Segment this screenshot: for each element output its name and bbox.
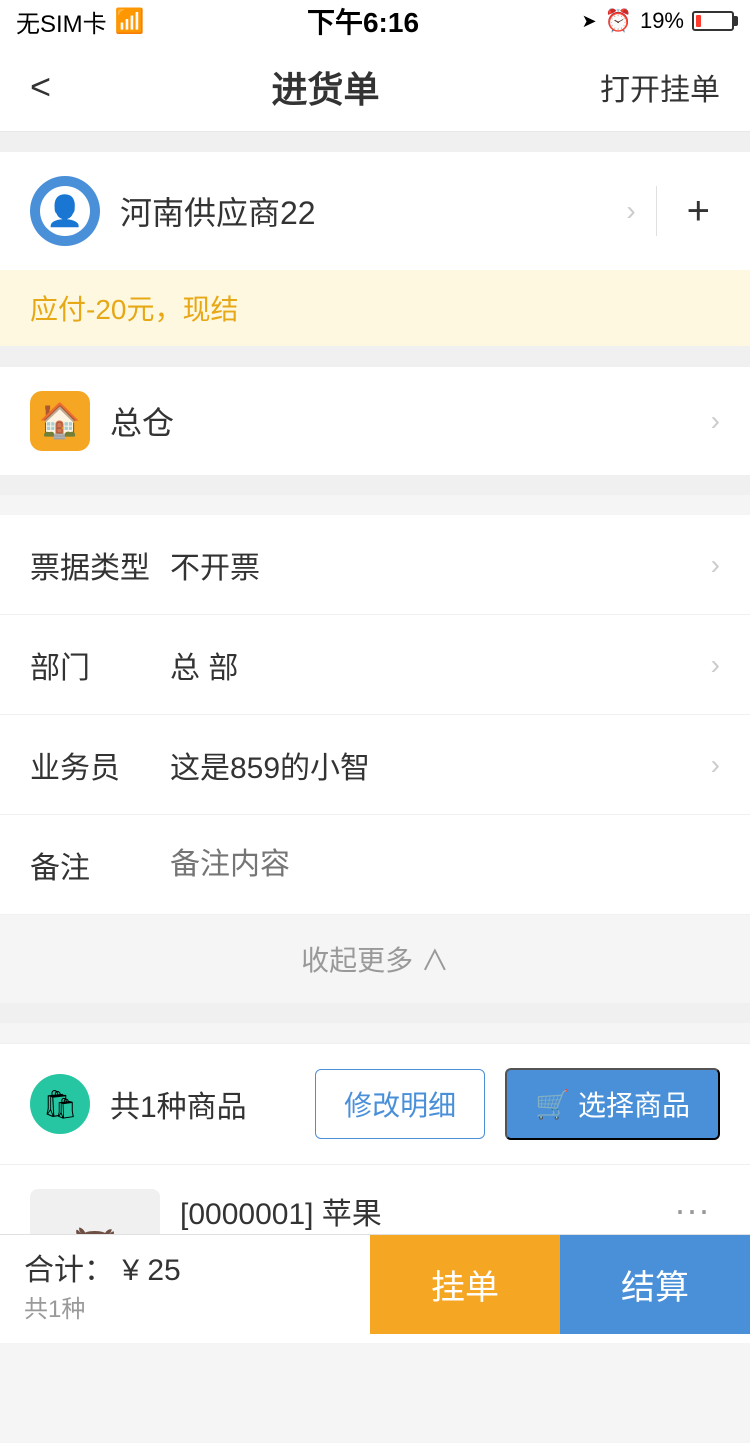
select-product-label: 选择商品 bbox=[578, 1084, 690, 1124]
warehouse-section: 🏠 总仓 › bbox=[0, 366, 750, 475]
warehouse-icon: 🏠 bbox=[30, 391, 90, 451]
product-count: 共1种商品 bbox=[110, 1082, 295, 1126]
battery-fill bbox=[696, 15, 701, 27]
collapse-text: 收起更多 ∧ bbox=[301, 939, 449, 979]
remark-input[interactable] bbox=[170, 848, 720, 882]
warehouse-name: 总仓 bbox=[110, 398, 701, 444]
footer: 合计： ¥ 25 共1种 挂单 结算 bbox=[0, 1234, 750, 1334]
product-icon: 🛍 bbox=[30, 1074, 90, 1134]
invoice-type-label: 票据类型 bbox=[30, 543, 170, 587]
supplier-name: 河南供应商22 bbox=[120, 188, 616, 234]
remark-label: 备注 bbox=[30, 843, 170, 887]
product-header: 🛍 共1种商品 修改明细 🛒 选择商品 bbox=[0, 1043, 750, 1164]
nav-bar: < 进货单 打开挂单 bbox=[0, 42, 750, 132]
status-bar: 无SIM卡 📶 下午6:16 ➤ ⏰ 19% bbox=[0, 0, 750, 42]
salesperson-label: 业务员 bbox=[30, 743, 170, 787]
product-code: [0000001] bbox=[180, 1198, 322, 1231]
supplier-divider bbox=[656, 186, 657, 236]
total-amount: ¥ 25 bbox=[122, 1254, 180, 1287]
invoice-type-value: 不开票 bbox=[170, 543, 701, 587]
salesperson-row[interactable]: 业务员 这是859的小智 › bbox=[0, 715, 750, 815]
add-supplier-button[interactable]: + bbox=[677, 189, 720, 234]
location-icon: ➤ bbox=[581, 11, 596, 32]
chevron-right-warehouse-icon: › bbox=[711, 405, 720, 437]
product-name: [0000001] 苹果 bbox=[180, 1189, 644, 1233]
chevron-right-sales-icon: › bbox=[711, 749, 720, 781]
separator-2 bbox=[0, 346, 750, 366]
battery-icon bbox=[692, 11, 734, 31]
chevron-right-icon: › bbox=[626, 195, 635, 227]
collapse-row[interactable]: 收起更多 ∧ bbox=[0, 915, 750, 1003]
status-right: ➤ ⏰ 19% bbox=[581, 8, 734, 34]
chevron-right-dept-icon: › bbox=[711, 649, 720, 681]
back-button[interactable]: < bbox=[30, 66, 51, 108]
total-label: 合计： bbox=[24, 1254, 114, 1287]
wifi-icon: 📶 bbox=[115, 7, 145, 36]
cart-icon: 🛒 bbox=[535, 1088, 570, 1121]
department-value: 总 部 bbox=[170, 643, 701, 687]
hang-order-button[interactable]: 挂单 bbox=[370, 1235, 560, 1334]
invoice-type-row[interactable]: 票据类型 不开票 › bbox=[0, 515, 750, 615]
battery-percent: 19% bbox=[640, 8, 684, 34]
supplier-row[interactable]: 👤 河南供应商22 › + bbox=[0, 152, 750, 270]
footer-total: 合计： ¥ 25 共1种 bbox=[0, 1235, 370, 1334]
carrier-text: 无SIM卡 bbox=[16, 4, 107, 39]
form-section: 票据类型 不开票 › 部门 总 部 › 业务员 这是859的小智 › 备注 bbox=[0, 515, 750, 915]
remark-row[interactable]: 备注 bbox=[0, 815, 750, 915]
department-label: 部门 bbox=[30, 643, 170, 687]
chevron-right-invoice-icon: › bbox=[711, 549, 720, 581]
status-left: 无SIM卡 📶 bbox=[16, 4, 145, 39]
page-title: 进货单 bbox=[272, 61, 380, 113]
footer-total-sub: 共1种 bbox=[24, 1289, 346, 1324]
separator-4 bbox=[0, 1003, 750, 1023]
separator-3 bbox=[0, 475, 750, 495]
more-options-button[interactable]: ··· bbox=[664, 1189, 720, 1231]
open-pending-button[interactable]: 打开挂单 bbox=[600, 65, 720, 109]
separator-1 bbox=[0, 132, 750, 152]
warning-banner: 应付-20元，现结 bbox=[0, 270, 750, 346]
supplier-section: 👤 河南供应商22 › + 应付-20元，现结 bbox=[0, 152, 750, 346]
select-product-button[interactable]: 🛒 选择商品 bbox=[505, 1068, 720, 1140]
shopping-icon: 🛍 bbox=[42, 1088, 78, 1121]
supplier-avatar: 👤 bbox=[30, 176, 100, 246]
footer-total-main: 合计： ¥ 25 bbox=[24, 1245, 346, 1289]
alarm-icon: ⏰ bbox=[605, 8, 632, 34]
checkout-button[interactable]: 结算 bbox=[560, 1235, 750, 1334]
product-name-text: 苹果 bbox=[322, 1198, 382, 1231]
department-row[interactable]: 部门 总 部 › bbox=[0, 615, 750, 715]
warehouse-row[interactable]: 🏠 总仓 › bbox=[0, 366, 750, 475]
status-time: 下午6:16 bbox=[307, 1, 419, 41]
person-icon: 👤 bbox=[46, 194, 83, 229]
footer-spacer bbox=[0, 1343, 750, 1443]
edit-detail-button[interactable]: 修改明细 bbox=[315, 1069, 485, 1139]
avatar-inner: 👤 bbox=[40, 186, 90, 236]
salesperson-value: 这是859的小智 bbox=[170, 743, 701, 787]
warning-text: 应付-20元，现结 bbox=[30, 294, 238, 325]
